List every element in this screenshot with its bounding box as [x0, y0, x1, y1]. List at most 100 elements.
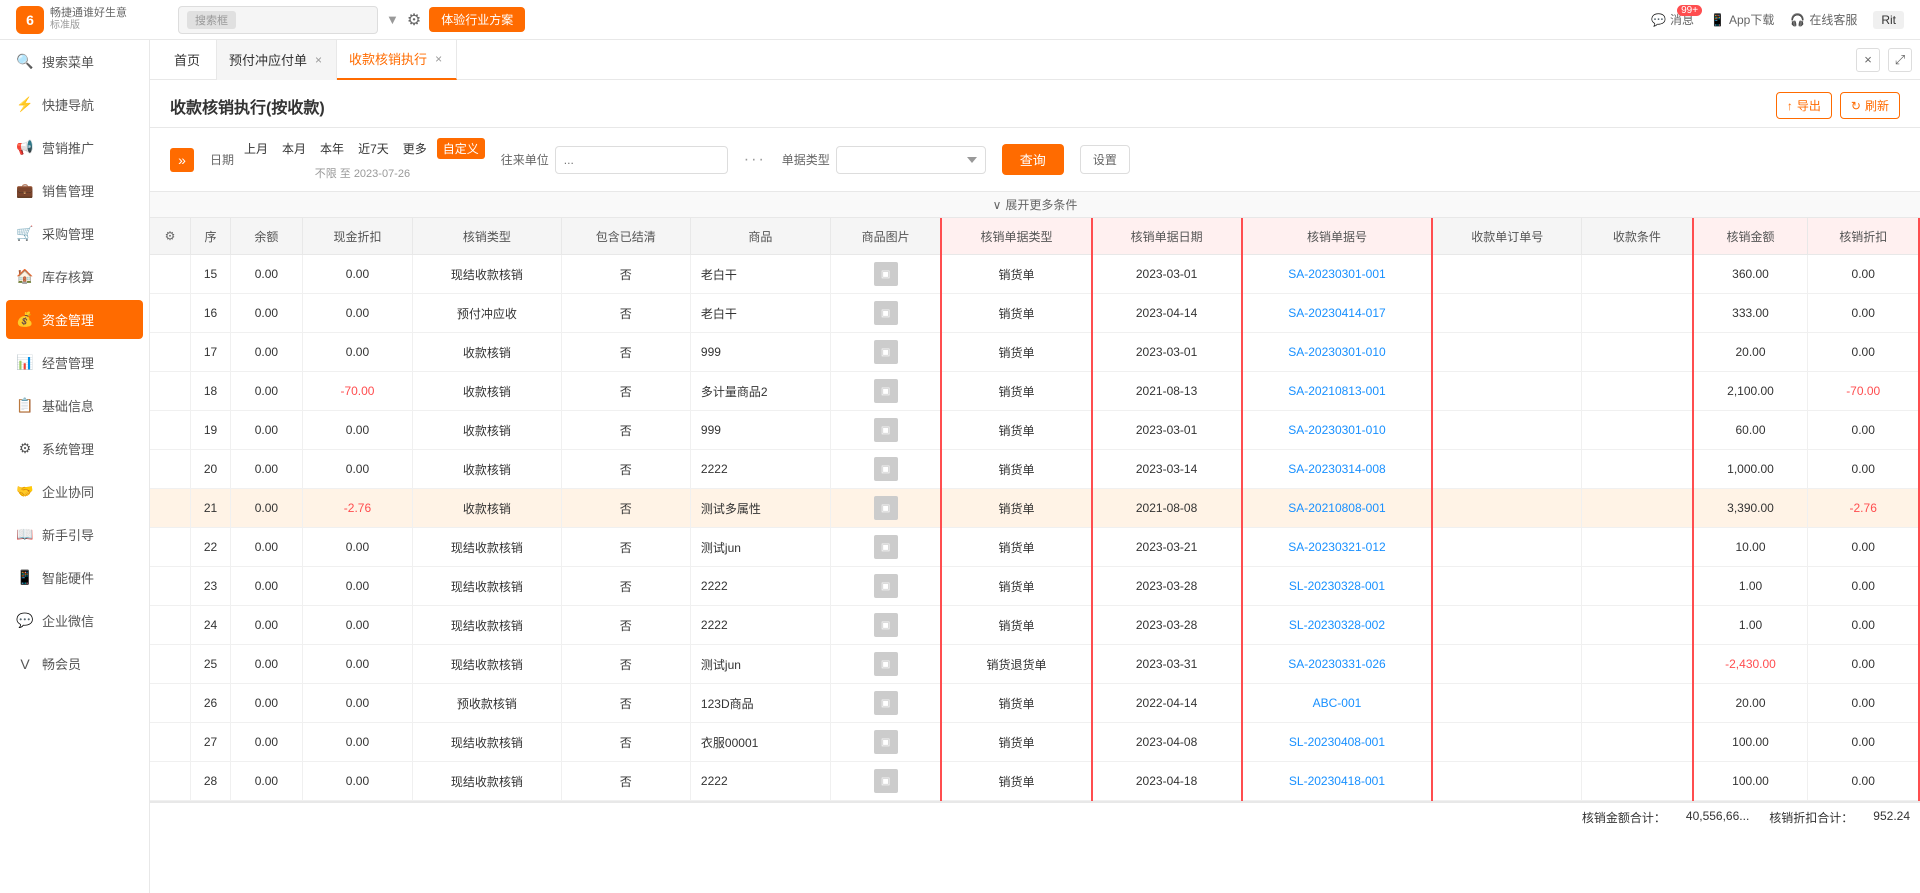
- td-product-0: 老白干: [690, 255, 830, 294]
- bill-no-link-2[interactable]: SA-20230301-010: [1288, 345, 1385, 359]
- table-body: 15 0.00 0.00 现结收款核销 否 老白干 ▣ 销货单 2023-03-…: [150, 255, 1919, 801]
- sidebar-item-search[interactable]: 🔍 搜索菜单: [0, 40, 149, 83]
- sidebar-item-wechat[interactable]: 💬 企业微信: [0, 599, 149, 642]
- td-verify-bill-no-7[interactable]: SA-20230321-012: [1242, 528, 1433, 567]
- td-settings-0: [150, 255, 191, 294]
- date-more[interactable]: 更多: [399, 138, 431, 159]
- date-this-year[interactable]: 本年: [316, 138, 348, 159]
- td-verify-bill-no-10[interactable]: SA-20230331-026: [1242, 645, 1433, 684]
- table-container[interactable]: ⚙ 序 余额 现金折扣 核销类型 包含已结清 商品 商品图片 核销单据类型 核销…: [150, 218, 1920, 893]
- messages-btn[interactable]: 💬 消息 99+: [1651, 11, 1694, 28]
- expand-conditions-btn[interactable]: ∨ 展开更多条件: [993, 196, 1078, 213]
- refresh-btn[interactable]: ↻ 刷新: [1840, 92, 1900, 119]
- sidebar-item-operation[interactable]: 📊 经营管理: [0, 341, 149, 384]
- bill-no-link-0[interactable]: SA-20230301-001: [1288, 267, 1385, 281]
- main-layout: 🔍 搜索菜单 ⚡ 快捷导航 📢 营销推广 💼 销售管理 🛒 采购管理 🏠 库存核…: [0, 40, 1920, 893]
- tab-verify[interactable]: 收款核销执行 ×: [337, 40, 457, 80]
- bill-no-link-1[interactable]: SA-20230414-017: [1288, 306, 1385, 320]
- query-btn[interactable]: 查询: [1002, 144, 1064, 175]
- td-settings-2: [150, 333, 191, 372]
- td-verify-bill-no-8[interactable]: SL-20230328-001: [1242, 567, 1433, 606]
- td-verify-bill-no-13[interactable]: SL-20230418-001: [1242, 762, 1433, 801]
- tab-verify-close[interactable]: ×: [433, 50, 444, 68]
- sidebar-label-guide: 新手引导: [42, 525, 94, 544]
- date-this-month[interactable]: 本月: [278, 138, 310, 159]
- date-custom-btn[interactable]: 自定义: [437, 138, 485, 159]
- export-btn[interactable]: ↑ 导出: [1776, 92, 1832, 119]
- td-verify-bill-type-13: 销货单: [941, 762, 1091, 801]
- sidebar-item-system[interactable]: ⚙ 系统管理: [0, 427, 149, 470]
- search-box: 搜索框: [178, 6, 378, 34]
- sidebar-item-marketing[interactable]: 📢 营销推广: [0, 126, 149, 169]
- sidebar-item-inventory[interactable]: 🏠 库存核算: [0, 255, 149, 298]
- bill-no-link-3[interactable]: SA-20210813-001: [1288, 384, 1385, 398]
- industry-btn[interactable]: 体验行业方案: [429, 7, 525, 32]
- tab-prepay[interactable]: 预付冲应付单 ×: [217, 40, 337, 80]
- settings-filter-btn[interactable]: 设置: [1080, 145, 1130, 174]
- partner-input[interactable]: [555, 146, 728, 174]
- bill-no-link-9[interactable]: SL-20230328-002: [1289, 618, 1385, 632]
- online-service-btn[interactable]: 🎧 在线客服: [1790, 11, 1857, 28]
- filter-toggle-btn[interactable]: »: [170, 148, 194, 172]
- bill-no-link-5[interactable]: SA-20230314-008: [1288, 462, 1385, 476]
- sidebar-item-sales[interactable]: 💼 销售管理: [0, 169, 149, 212]
- voucher-type-select[interactable]: [836, 146, 986, 174]
- td-verify-amount-5: 1,000.00: [1693, 450, 1808, 489]
- td-verify-bill-no-11[interactable]: ABC-001: [1242, 684, 1433, 723]
- td-cash-discount-0: 0.00: [302, 255, 412, 294]
- td-verify-amount-12: 100.00: [1693, 723, 1808, 762]
- bill-no-link-7[interactable]: SA-20230321-012: [1288, 540, 1385, 554]
- sidebar-item-basic[interactable]: 📋 基础信息: [0, 384, 149, 427]
- bill-no-link-4[interactable]: SA-20230301-010: [1288, 423, 1385, 437]
- td-verify-bill-no-5[interactable]: SA-20230314-008: [1242, 450, 1433, 489]
- sidebar-item-guide[interactable]: 📖 新手引导: [0, 513, 149, 556]
- td-verify-bill-no-6[interactable]: SA-20210808-001: [1242, 489, 1433, 528]
- td-verify-bill-no-0[interactable]: SA-20230301-001: [1242, 255, 1433, 294]
- bill-no-link-8[interactable]: SL-20230328-001: [1289, 579, 1385, 593]
- expand-bar: ∨ 展开更多条件: [150, 192, 1920, 218]
- td-verify-bill-no-1[interactable]: SA-20230414-017: [1242, 294, 1433, 333]
- sidebar-item-hardware[interactable]: 📱 智能硬件: [0, 556, 149, 599]
- bill-no-link-12[interactable]: SL-20230408-001: [1289, 735, 1385, 749]
- td-verify-amount-6: 3,390.00: [1693, 489, 1808, 528]
- td-verify-bill-no-3[interactable]: SA-20210813-001: [1242, 372, 1433, 411]
- close-tab-btn[interactable]: ×: [1856, 48, 1880, 72]
- td-verify-bill-no-9[interactable]: SL-20230328-002: [1242, 606, 1433, 645]
- partner-label: 往来单位: [501, 151, 549, 168]
- sidebar-item-finance[interactable]: 💰 资金管理: [6, 300, 143, 339]
- td-verify-bill-no-2[interactable]: SA-20230301-010: [1242, 333, 1433, 372]
- td-num-8: 23: [191, 567, 231, 606]
- date-range: 不限 至 2023-07-26: [315, 165, 410, 181]
- sidebar-item-purchase[interactable]: 🛒 采购管理: [0, 212, 149, 255]
- maximize-btn[interactable]: ⤢: [1888, 48, 1912, 72]
- tab-home[interactable]: 首页: [158, 40, 217, 80]
- td-verify-bill-no-12[interactable]: SL-20230408-001: [1242, 723, 1433, 762]
- td-verify-bill-no-4[interactable]: SA-20230301-010: [1242, 411, 1433, 450]
- sidebar-item-vip[interactable]: V 畅会员: [0, 642, 149, 685]
- td-verify-discount-2: 0.00: [1808, 333, 1919, 372]
- tab-prepay-close[interactable]: ×: [313, 51, 324, 69]
- date-last-7days[interactable]: 近7天: [354, 138, 393, 159]
- td-settings-8: [150, 567, 191, 606]
- td-verify-type-5: 收款核销: [413, 450, 562, 489]
- th-cash-discount: 现金折扣: [302, 218, 412, 255]
- bill-no-link-13[interactable]: SL-20230418-001: [1289, 774, 1385, 788]
- dropdown-icon[interactable]: ▼: [386, 12, 399, 27]
- user-info[interactable]: Rit: [1873, 11, 1904, 29]
- td-product-img-12: ▣: [830, 723, 941, 762]
- app-download-btn[interactable]: 📱 App下载: [1710, 11, 1774, 28]
- bill-no-link-11[interactable]: ABC-001: [1313, 696, 1362, 710]
- td-settings-6: [150, 489, 191, 528]
- page-title: 收款核销执行(按收款): [170, 94, 325, 118]
- td-verify-bill-type-0: 销货单: [941, 255, 1091, 294]
- gear-icon[interactable]: ⚙: [407, 10, 421, 30]
- sidebar-item-shortcut[interactable]: ⚡ 快捷导航: [0, 83, 149, 126]
- sidebar-item-collab[interactable]: 🤝 企业协同: [0, 470, 149, 513]
- date-last-month[interactable]: 上月: [240, 138, 272, 159]
- table-settings-icon[interactable]: ⚙: [160, 226, 180, 246]
- bill-no-link-6[interactable]: SA-20210808-001: [1288, 501, 1385, 515]
- th-settings[interactable]: ⚙: [150, 218, 191, 255]
- guide-icon: 📖: [16, 526, 34, 544]
- td-receipt-condition-11: [1582, 684, 1693, 723]
- bill-no-link-10[interactable]: SA-20230331-026: [1288, 657, 1385, 671]
